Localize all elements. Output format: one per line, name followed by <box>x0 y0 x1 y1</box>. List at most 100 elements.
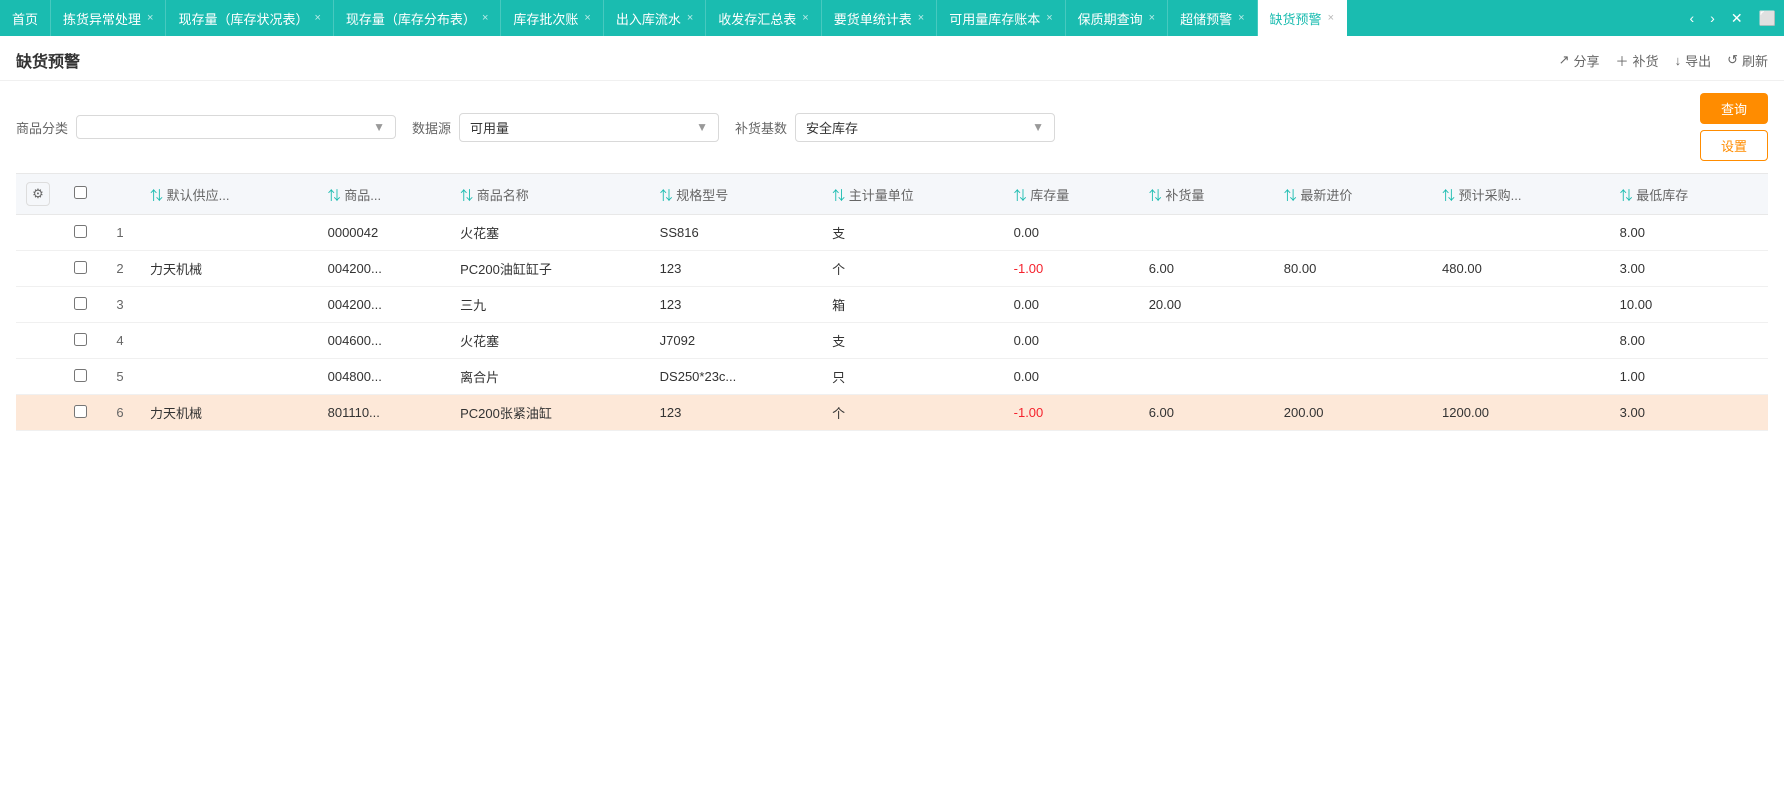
tab-close-all-btn[interactable]: ✕ <box>1723 0 1751 36</box>
datasource-filter-group: 数据源 可用量 ▼ <box>412 113 719 142</box>
replenish-icon: ＋ <box>1616 51 1629 70</box>
row-checkbox-2[interactable] <box>60 287 100 323</box>
table-row: 1 0000042 火花塞 SS816 支 0.00 8.00 <box>16 215 1768 251</box>
row-est-purchase-4 <box>1432 359 1610 395</box>
row-stock-0: 0.00 <box>1004 215 1139 251</box>
tab-maximize-btn[interactable]: ⬜ <box>1751 0 1784 36</box>
tab-11[interactable]: 缺货预警× <box>1258 0 1347 36</box>
tab-close-icon-5[interactable]: × <box>687 12 693 24</box>
tab-close-icon-10[interactable]: × <box>1238 12 1244 24</box>
row-est-purchase-1: 480.00 <box>1432 251 1610 287</box>
tab-close-icon-6[interactable]: × <box>802 12 808 24</box>
row-unit-0: 支 <box>822 215 1003 251</box>
replenish-button[interactable]: ＋ 补货 <box>1616 51 1659 70</box>
row-latest-price-4 <box>1274 359 1432 395</box>
share-button[interactable]: ↗ 分享 <box>1559 51 1600 70</box>
row-checkbox-1[interactable] <box>60 251 100 287</box>
tab-1[interactable]: 拣货异常处理× <box>51 0 166 36</box>
row-supplier-2 <box>140 287 318 323</box>
row-checkbox-3[interactable] <box>60 323 100 359</box>
row-check-3[interactable] <box>74 333 87 346</box>
tab-3[interactable]: 现存量（库存分布表）× <box>334 0 501 36</box>
row-est-purchase-3 <box>1432 323 1610 359</box>
col-unit: ⇅ 主计量单位 <box>822 174 1003 215</box>
replenish-select[interactable]: 安全库存 ▼ <box>795 113 1055 142</box>
tab-close-icon-9[interactable]: × <box>1149 12 1155 24</box>
row-name-4: 离合片 <box>450 359 650 395</box>
tab-10[interactable]: 超储预警× <box>1168 0 1257 36</box>
query-button[interactable]: 查询 <box>1700 93 1768 124</box>
row-unit-3: 支 <box>822 323 1003 359</box>
row-num-4: 5 <box>100 359 140 395</box>
row-check-2[interactable] <box>74 297 87 310</box>
row-check-1[interactable] <box>74 261 87 274</box>
row-stock-5: -1.00 <box>1004 395 1139 431</box>
row-check-5[interactable] <box>74 405 87 418</box>
row-latest-price-3 <box>1274 323 1432 359</box>
tab-prev-btn[interactable]: ‹ <box>1681 0 1702 36</box>
replenish-label: 补货基数 <box>735 118 787 137</box>
row-checkbox-5[interactable] <box>60 395 100 431</box>
row-min-stock-2: 10.00 <box>1610 287 1768 323</box>
row-code-1: 004200... <box>318 251 451 287</box>
settings-button[interactable]: 设置 <box>1700 130 1768 161</box>
table-row: 2 力天机械 004200... PC200油缸缸子 123 个 -1.00 6… <box>16 251 1768 287</box>
tab-8[interactable]: 可用量库存账本× <box>937 0 1065 36</box>
tab-9[interactable]: 保质期查询× <box>1066 0 1168 36</box>
row-spec-3: J7092 <box>650 323 823 359</box>
row-settings-5 <box>16 395 60 431</box>
tab-5[interactable]: 出入库流水× <box>604 0 706 36</box>
tab-close-icon-8[interactable]: × <box>1046 12 1052 24</box>
row-num-1: 2 <box>100 251 140 287</box>
row-latest-price-5: 200.00 <box>1274 395 1432 431</box>
col-code: ⇅ 商品... <box>318 174 451 215</box>
tab-2[interactable]: 现存量（库存状况表）× <box>166 0 333 36</box>
datasource-select[interactable]: 可用量 ▼ <box>459 113 719 142</box>
row-num-0: 1 <box>100 215 140 251</box>
category-select[interactable]: ▼ <box>76 115 396 139</box>
row-name-5: PC200张紧油缸 <box>450 395 650 431</box>
row-min-stock-4: 1.00 <box>1610 359 1768 395</box>
tab-close-icon-1[interactable]: × <box>147 12 153 24</box>
tab-close-icon-2[interactable]: × <box>314 12 320 24</box>
spec-sort-icon: ⇅ <box>660 188 673 203</box>
export-button[interactable]: ↓ 导出 <box>1675 51 1712 70</box>
tab-close-icon-7[interactable]: × <box>918 12 924 24</box>
row-spec-4: DS250*23c... <box>650 359 823 395</box>
tab-6[interactable]: 收发存汇总表× <box>706 0 821 36</box>
row-min-stock-0: 8.00 <box>1610 215 1768 251</box>
tab-close-icon-11[interactable]: × <box>1328 12 1334 24</box>
row-check-4[interactable] <box>74 369 87 382</box>
category-label: 商品分类 <box>16 118 68 137</box>
row-num-3: 4 <box>100 323 140 359</box>
col-stock: ⇅ 库存量 <box>1004 174 1139 215</box>
category-arrow-icon: ▼ <box>373 120 385 134</box>
row-spec-5: 123 <box>650 395 823 431</box>
row-checkbox-4[interactable] <box>60 359 100 395</box>
page-header: 缺货预警 ↗ 分享 ＋ 补货 ↓ 导出 ↺ 刷新 <box>0 36 1784 81</box>
select-all-checkbox[interactable] <box>74 186 87 199</box>
row-unit-1: 个 <box>822 251 1003 287</box>
replenish-value: 安全库存 <box>806 118 858 137</box>
datasource-value: 可用量 <box>470 118 509 137</box>
tab-close-icon-3[interactable]: × <box>482 12 488 24</box>
row-check-0[interactable] <box>74 225 87 238</box>
row-est-purchase-0 <box>1432 215 1610 251</box>
row-code-3: 004600... <box>318 323 451 359</box>
row-replenish-2: 20.00 <box>1139 287 1274 323</box>
row-checkbox-0[interactable] <box>60 215 100 251</box>
tab-4[interactable]: 库存批次账× <box>501 0 603 36</box>
tab-nav-buttons: ‹ › ✕ ⬜ <box>1681 0 1784 36</box>
row-supplier-1: 力天机械 <box>140 251 318 287</box>
row-replenish-1: 6.00 <box>1139 251 1274 287</box>
refresh-button[interactable]: ↺ 刷新 <box>1727 51 1768 70</box>
tab-7[interactable]: 要货单统计表× <box>822 0 937 36</box>
table-settings-icon[interactable]: ⚙ <box>26 182 50 206</box>
tab-close-icon-4[interactable]: × <box>584 12 590 24</box>
row-settings-4 <box>16 359 60 395</box>
tab-next-btn[interactable]: › <box>1702 0 1723 36</box>
export-icon: ↓ <box>1675 53 1682 68</box>
row-supplier-3 <box>140 323 318 359</box>
tab-0[interactable]: 首页 <box>0 0 51 36</box>
row-spec-1: 123 <box>650 251 823 287</box>
